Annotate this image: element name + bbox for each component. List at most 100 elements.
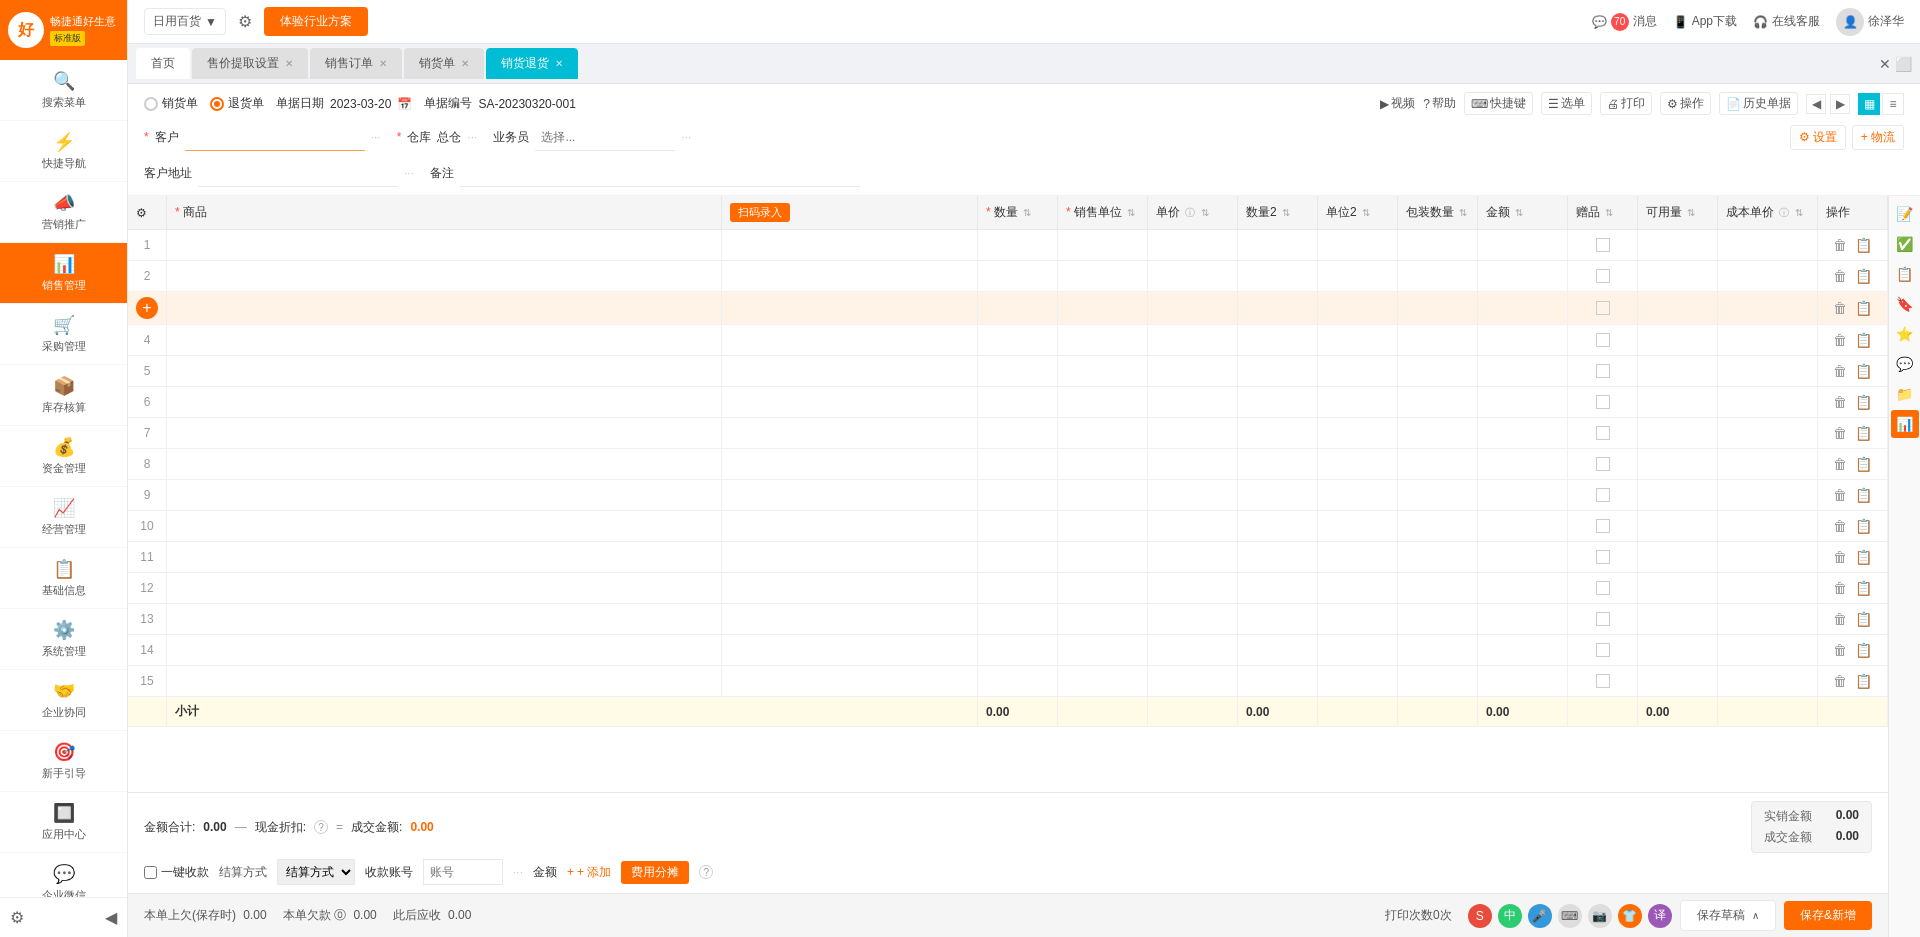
form-settings-btn[interactable]: ⚙ 设置	[1790, 125, 1846, 150]
add-row-btn[interactable]: +	[136, 297, 158, 319]
sidebar-item-quicknav[interactable]: ⚡ 快捷导航	[0, 121, 127, 182]
right-panel-chart-btn[interactable]: 📊	[1891, 410, 1919, 438]
user-profile[interactable]: 👤 徐泽华	[1836, 8, 1904, 36]
right-panel-star-btn[interactable]: ⭐	[1891, 320, 1919, 348]
sidebar-item-guide[interactable]: 🎯 新手引导	[0, 731, 127, 792]
one-click-checkbox[interactable]	[144, 866, 157, 879]
product-input-5[interactable]	[175, 364, 713, 378]
product-input-14[interactable]	[175, 643, 713, 657]
radio-return-btn[interactable]	[210, 97, 224, 111]
copy-row-6[interactable]: 📋	[1853, 392, 1874, 412]
one-click-label[interactable]: 一键收款	[144, 864, 209, 881]
dropdown-arrow-small[interactable]: ∧	[1752, 910, 1759, 921]
delete-row-7[interactable]: 🗑	[1831, 423, 1849, 443]
category-dropdown[interactable]: 日用百货 ▼	[144, 8, 226, 35]
prev-page-btn[interactable]: ◀	[1806, 94, 1826, 114]
operation-action[interactable]: ⚙ 操作	[1660, 92, 1711, 115]
radio-return[interactable]: 退货单	[210, 95, 264, 112]
copy-row-8[interactable]: 📋	[1853, 454, 1874, 474]
collapse-icon[interactable]: ◀	[105, 908, 117, 927]
delete-row-8[interactable]: 🗑	[1831, 454, 1849, 474]
address-dots[interactable]: ···	[404, 166, 414, 180]
zh-icon[interactable]: 中	[1498, 904, 1522, 928]
tab-sales-single[interactable]: 销货单 ✕	[404, 48, 484, 79]
help-action[interactable]: ? 帮助	[1423, 95, 1456, 112]
delete-row-14[interactable]: 🗑	[1831, 640, 1849, 660]
gift-checkbox-1[interactable]	[1596, 238, 1610, 252]
remark-input[interactable]	[460, 159, 860, 187]
account-input[interactable]	[423, 859, 503, 885]
column-settings-icon[interactable]: ⚙	[136, 206, 147, 220]
sidebar-item-marketing[interactable]: 📣 营销推广	[0, 182, 127, 243]
sidebar-item-basic-info[interactable]: 📋 基础信息	[0, 548, 127, 609]
product-input-11[interactable]	[175, 550, 713, 564]
sidebar-item-enterprise[interactable]: 🤝 企业协同	[0, 670, 127, 731]
delete-row-12[interactable]: 🗑	[1831, 578, 1849, 598]
product-input-4[interactable]	[175, 333, 713, 347]
gift-checkbox-12[interactable]	[1596, 581, 1610, 595]
gift-checkbox-3[interactable]	[1596, 301, 1610, 315]
tab-close-sales-return[interactable]: ✕	[555, 58, 563, 69]
settings-icon-btn[interactable]: ⚙	[234, 8, 256, 35]
right-panel-bookmark-btn[interactable]: 🔖	[1891, 290, 1919, 318]
settings-bottom-icon[interactable]: ⚙	[10, 908, 24, 927]
delete-row-10[interactable]: 🗑	[1831, 516, 1849, 536]
list-view-btn[interactable]: ≡	[1882, 93, 1904, 115]
maximize-icon[interactable]: ⬜	[1895, 56, 1912, 72]
translate-icon[interactable]: 译	[1648, 904, 1672, 928]
copy-row-12[interactable]: 📋	[1853, 578, 1874, 598]
tab-home[interactable]: 首页	[136, 48, 190, 79]
gift-checkbox-14[interactable]	[1596, 643, 1610, 657]
sidebar-item-app-center[interactable]: 🔲 应用中心	[0, 792, 127, 853]
message-action[interactable]: 💬 70 消息	[1592, 13, 1657, 31]
sidebar-item-operations[interactable]: 📈 经营管理	[0, 487, 127, 548]
next-page-btn[interactable]: ▶	[1830, 94, 1850, 114]
sidebar-item-system[interactable]: ⚙️ 系统管理	[0, 609, 127, 670]
product-input-6[interactable]	[175, 395, 713, 409]
tab-close-sales-single[interactable]: ✕	[461, 58, 469, 69]
copy-row-14[interactable]: 📋	[1853, 640, 1874, 660]
grid-view-btn[interactable]: ▦	[1858, 93, 1880, 115]
sidebar-item-sales[interactable]: 📊 销售管理	[0, 243, 127, 304]
product-input-12[interactable]	[175, 581, 713, 595]
product-input-2[interactable]	[175, 269, 713, 283]
keyboard-icon[interactable]: ⌨	[1558, 904, 1582, 928]
gift-checkbox-7[interactable]	[1596, 426, 1610, 440]
delete-row-2[interactable]: 🗑	[1831, 266, 1849, 286]
tab-sales-return[interactable]: 销货退货 ✕	[486, 48, 578, 79]
delete-row-6[interactable]: 🗑	[1831, 392, 1849, 412]
gift-checkbox-9[interactable]	[1596, 488, 1610, 502]
sidebar-item-purchase[interactable]: 🛒 采购管理	[0, 304, 127, 365]
gift-checkbox-11[interactable]	[1596, 550, 1610, 564]
warehouse-dots[interactable]: ···	[467, 130, 477, 144]
sidebar-item-wechat[interactable]: 💬 企业微信	[0, 853, 127, 897]
s-icon[interactable]: S	[1468, 904, 1492, 928]
product-input-1[interactable]	[175, 238, 713, 252]
copy-row-13[interactable]: 📋	[1853, 609, 1874, 629]
staff-dots[interactable]: ···	[681, 130, 691, 144]
history-action[interactable]: 📄 历史单据	[1719, 92, 1798, 115]
add-logistics-btn[interactable]: + 物流	[1852, 125, 1904, 150]
cash-discount-help[interactable]: ?	[314, 820, 328, 834]
delete-row-11[interactable]: 🗑	[1831, 547, 1849, 567]
trial-btn[interactable]: 体验行业方案	[264, 7, 368, 36]
tab-price-settings[interactable]: 售价提取设置 ✕	[192, 48, 308, 79]
tab-close-price-settings[interactable]: ✕	[285, 58, 293, 69]
delete-row-13[interactable]: 🗑	[1831, 609, 1849, 629]
gift-checkbox-4[interactable]	[1596, 333, 1610, 347]
gift-checkbox-5[interactable]	[1596, 364, 1610, 378]
price-help-icon[interactable]: ⓘ	[1185, 207, 1195, 218]
delete-row-15[interactable]: 🗑	[1831, 671, 1849, 691]
save-new-btn[interactable]: 保存&新增	[1784, 901, 1872, 930]
right-panel-check-btn[interactable]: ✅	[1891, 230, 1919, 258]
gift-checkbox-15[interactable]	[1596, 674, 1610, 688]
save-draft-btn[interactable]: 保存草稿 ∧	[1680, 900, 1776, 931]
shortcut-action[interactable]: ⌨ 快捷键	[1464, 92, 1533, 115]
product-input-10[interactable]	[175, 519, 713, 533]
th-settings[interactable]: ⚙	[128, 196, 167, 230]
copy-row-15[interactable]: 📋	[1853, 671, 1874, 691]
fee-help-icon[interactable]: ?	[699, 865, 713, 879]
product-input-13[interactable]	[175, 612, 713, 626]
cost-help-icon[interactable]: ⓘ	[1779, 207, 1789, 218]
address-input[interactable]	[198, 159, 398, 187]
